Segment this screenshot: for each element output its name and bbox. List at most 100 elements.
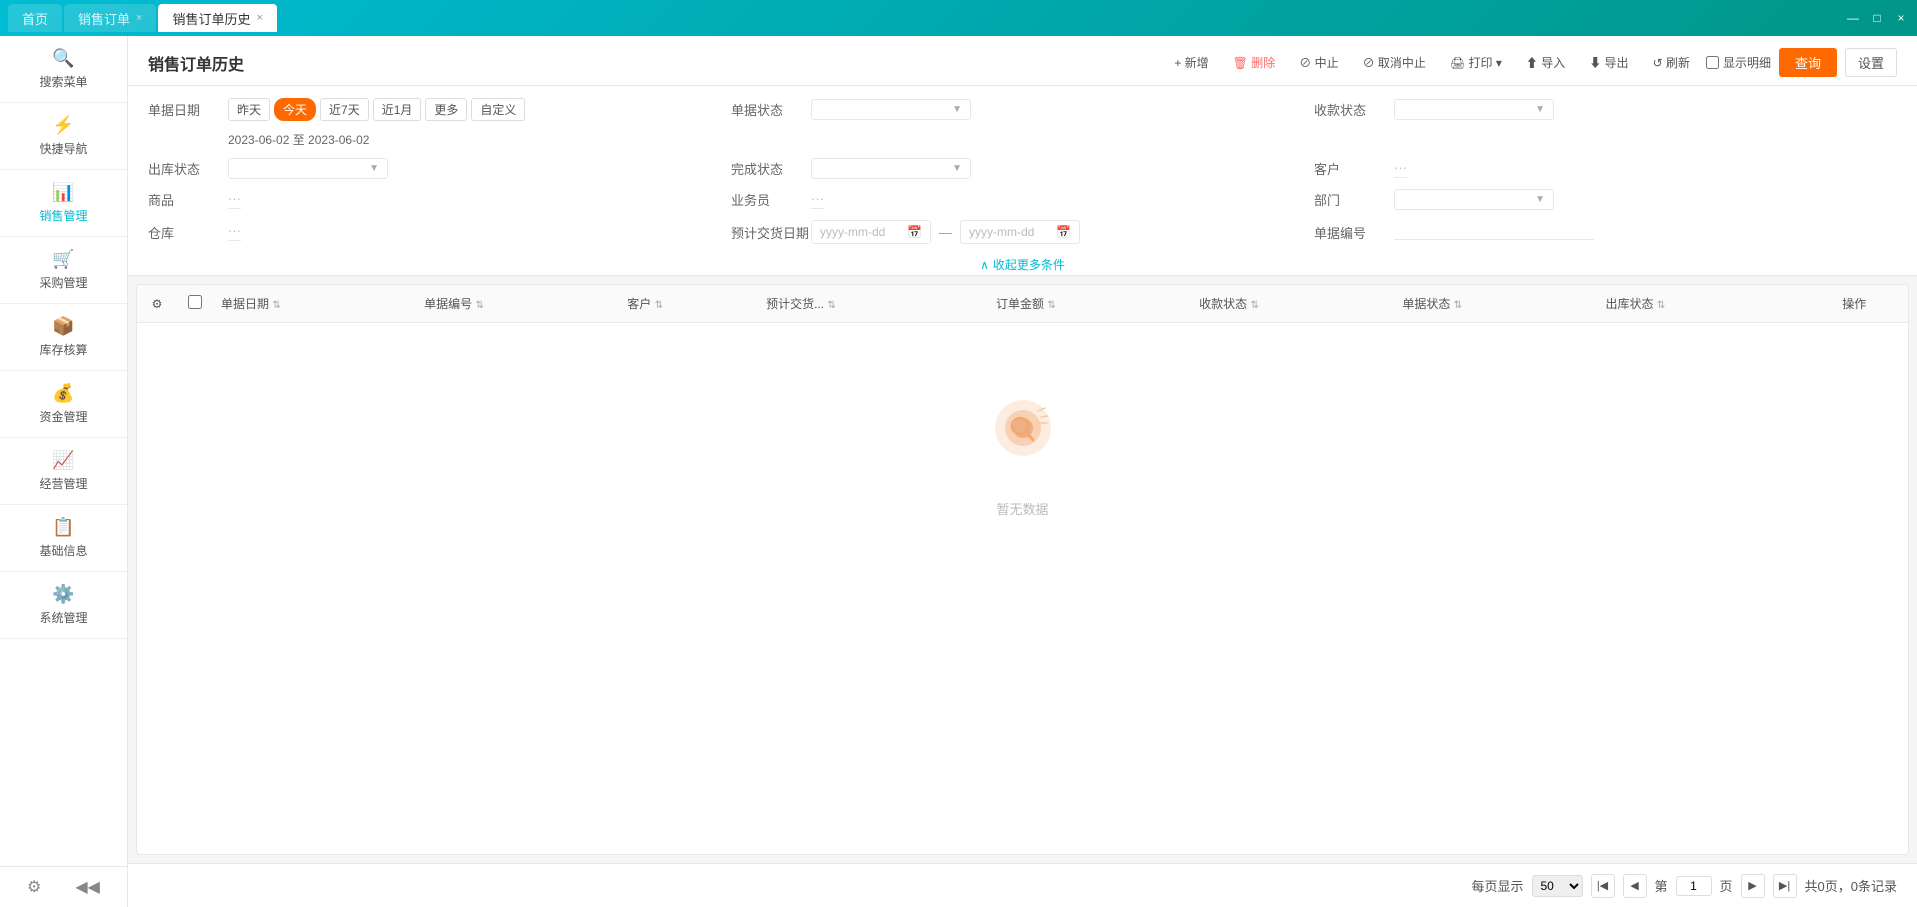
toolbar: + 新增 🗑 删除 ⊘ 中止 ⊘ 取消中止 🖨 打印 ▾ [1166, 48, 1897, 77]
print-button-label: 🖨 打印 ▾ [1450, 54, 1502, 71]
print-button[interactable]: 🖨 打印 ▾ [1442, 50, 1510, 75]
order-no-input[interactable] [1394, 225, 1594, 240]
filter-pay-status-label: 收款状态 [1314, 100, 1394, 119]
filter-dept-input: ▼ [1394, 189, 1897, 210]
sidebar-item-operations-label: 经营管理 [39, 475, 87, 492]
col-amount-sort-icon: ⇅ [1047, 300, 1055, 311]
per-page-select[interactable]: 10 20 50 100 [1532, 875, 1583, 897]
date-1month-btn[interactable]: 近1月 [373, 98, 422, 121]
filter-row-4: 仓库 ··· 预计交货日期 yyyy-mm-dd 📅 — [148, 220, 1897, 244]
date-7days-btn[interactable]: 近7天 [320, 98, 369, 121]
sales-mgmt-icon: 📊 [52, 182, 74, 203]
filter-order-no-input [1394, 225, 1897, 240]
prev-page-button[interactable]: ◀ [1623, 874, 1647, 898]
sidebar-item-sys-mgmt[interactable]: ⚙️ 系统管理 [0, 572, 127, 639]
display-detail-input[interactable] [1706, 56, 1719, 69]
filter-row-3: 商品 ··· 业务员 ··· 部门 ▼ [148, 189, 1897, 210]
warehouse-dots[interactable]: ··· [228, 223, 241, 241]
date-more-btn[interactable]: 更多 [425, 98, 467, 121]
page-input[interactable] [1676, 876, 1712, 896]
col-no[interactable]: 单据编号 ⇅ [416, 285, 619, 323]
new-button[interactable]: + 新增 [1166, 50, 1216, 75]
col-action: 操作 [1801, 285, 1908, 323]
dept-select[interactable]: ▼ [1394, 189, 1554, 210]
complete-status-select[interactable]: ▼ [811, 158, 971, 179]
salesman-dots[interactable]: ··· [811, 191, 824, 209]
date-today-btn[interactable]: 今天 [274, 98, 316, 121]
sidebar-settings-button[interactable]: ⚙ [27, 877, 41, 897]
sidebar-item-finance-label: 资金管理 [39, 408, 87, 425]
page-header: 销售订单历史 + 新增 🗑 删除 ⊘ 中止 ⊘ 取消中止 🖨 [128, 36, 1917, 86]
out-status-select[interactable]: ▼ [228, 158, 388, 179]
filter-customer-input[interactable]: ··· [1394, 160, 1897, 178]
sidebar-item-sales-mgmt-label: 销售管理 [39, 207, 87, 224]
col-out-status-label: 出库状态 [1605, 297, 1653, 311]
window-max-button[interactable]: □ [1869, 10, 1885, 26]
date-yesterday-btn[interactable]: 昨天 [228, 98, 270, 121]
refresh-button-label: ↺ 刷新 [1653, 54, 1690, 71]
next-page-button[interactable]: ▶ [1741, 874, 1765, 898]
cancel-stop-button-label: ⊘ 取消中止 [1363, 54, 1426, 71]
refresh-button[interactable]: ↺ 刷新 [1645, 50, 1698, 75]
import-button-label: ⬆ 导入 [1526, 54, 1565, 71]
date-custom-btn[interactable]: 自定义 [471, 98, 525, 121]
pay-status-select[interactable]: ▼ [1394, 99, 1554, 120]
col-no-sort-icon: ⇅ [476, 300, 484, 311]
sidebar-item-operations[interactable]: 📈 经营管理 [0, 438, 127, 505]
col-customer[interactable]: 客户 ⇅ [619, 285, 758, 323]
pagination-bar: 每页显示 10 20 50 100 |◀ ◀ 第 页 ▶ ▶| 共0页，0条记录 [128, 863, 1917, 907]
date-shortcuts: 昨天 今天 近7天 近1月 更多 自定义 [228, 98, 525, 121]
cancel-stop-button[interactable]: ⊘ 取消中止 [1355, 50, 1434, 75]
out-status-chevron-icon: ▼ [369, 163, 379, 174]
tab-sales-order[interactable]: 销售订单 × [64, 4, 156, 32]
sidebar-collapse-button[interactable]: ◀◀ [75, 877, 100, 897]
col-settings[interactable]: ⚙ [137, 285, 177, 323]
sidebar-item-purchase-mgmt[interactable]: 🛒 采购管理 [0, 237, 127, 304]
import-button[interactable]: ⬆ 导入 [1518, 50, 1573, 75]
delete-button[interactable]: 🗑 删除 [1225, 50, 1284, 75]
col-order-status[interactable]: 单据状态 ⇅ [1394, 285, 1597, 323]
window-min-button[interactable]: — [1845, 10, 1861, 26]
date-range-text: 2023-06-02 至 2023-06-02 [228, 133, 369, 147]
delivery-date-to[interactable]: yyyy-mm-dd 📅 [960, 220, 1080, 244]
col-pay-status[interactable]: 收款状态 ⇅ [1191, 285, 1394, 323]
delivery-date-from[interactable]: yyyy-mm-dd 📅 [811, 220, 931, 244]
filter-order-status-label: 单据状态 [731, 100, 811, 119]
sidebar: 🔍 搜索菜单 ⚡ 快捷导航 📊 销售管理 🛒 采购管理 📦 库存核算 💰 资金管… [0, 36, 128, 907]
tab-home[interactable]: 首页 [8, 4, 62, 32]
first-page-button[interactable]: |◀ [1591, 874, 1615, 898]
empty-state-text: 暂无数据 [996, 499, 1048, 518]
query-button[interactable]: 查询 [1779, 48, 1837, 77]
collapse-row[interactable]: ∧ 收起更多条件 [148, 252, 1897, 275]
product-dots[interactable]: ··· [228, 191, 241, 209]
order-status-select[interactable]: ▼ [811, 99, 971, 120]
col-delivery[interactable]: 预计交货... ⇅ [758, 285, 988, 323]
tab-sales-order-close[interactable]: × [136, 12, 142, 24]
inventory-icon: 📦 [52, 316, 74, 337]
pay-status-chevron-icon: ▼ [1535, 104, 1545, 115]
sidebar-item-inventory[interactable]: 📦 库存核算 [0, 304, 127, 371]
delete-button-label: 🗑 删除 [1233, 54, 1276, 71]
last-page-button[interactable]: ▶| [1773, 874, 1797, 898]
col-delivery-sort-icon: ⇅ [827, 300, 835, 311]
stop-button-label: ⊘ 中止 [1299, 54, 1338, 71]
main-layout: 🔍 搜索菜单 ⚡ 快捷导航 📊 销售管理 🛒 采购管理 📦 库存核算 💰 资金管… [0, 36, 1917, 907]
window-close-button[interactable]: × [1893, 10, 1909, 26]
export-button[interactable]: ⬇ 导出 [1581, 50, 1636, 75]
col-out-status[interactable]: 出库状态 ⇅ [1597, 285, 1800, 323]
sidebar-item-base-info[interactable]: 📋 基础信息 [0, 505, 127, 572]
stop-button[interactable]: ⊘ 中止 [1291, 50, 1346, 75]
filter-out-status-label: 出库状态 [148, 159, 228, 178]
col-amount[interactable]: 订单金额 ⇅ [988, 285, 1191, 323]
tab-sales-order-history-close[interactable]: × [256, 12, 262, 24]
sidebar-item-quick-nav[interactable]: ⚡ 快捷导航 [0, 103, 127, 170]
sidebar-item-search-menu[interactable]: 🔍 搜索菜单 [0, 36, 127, 103]
display-detail-checkbox[interactable]: 显示明细 [1706, 54, 1771, 71]
tab-sales-order-history[interactable]: 销售订单历史 × [158, 4, 276, 32]
sidebar-item-finance[interactable]: 💰 资金管理 [0, 371, 127, 438]
col-date[interactable]: 单据日期 ⇅ [213, 285, 416, 323]
customer-dots[interactable]: ··· [1394, 160, 1407, 178]
settings-button[interactable]: 设置 [1845, 48, 1897, 77]
select-all-checkbox[interactable] [188, 295, 202, 309]
sidebar-item-sales-mgmt[interactable]: 📊 销售管理 [0, 170, 127, 237]
